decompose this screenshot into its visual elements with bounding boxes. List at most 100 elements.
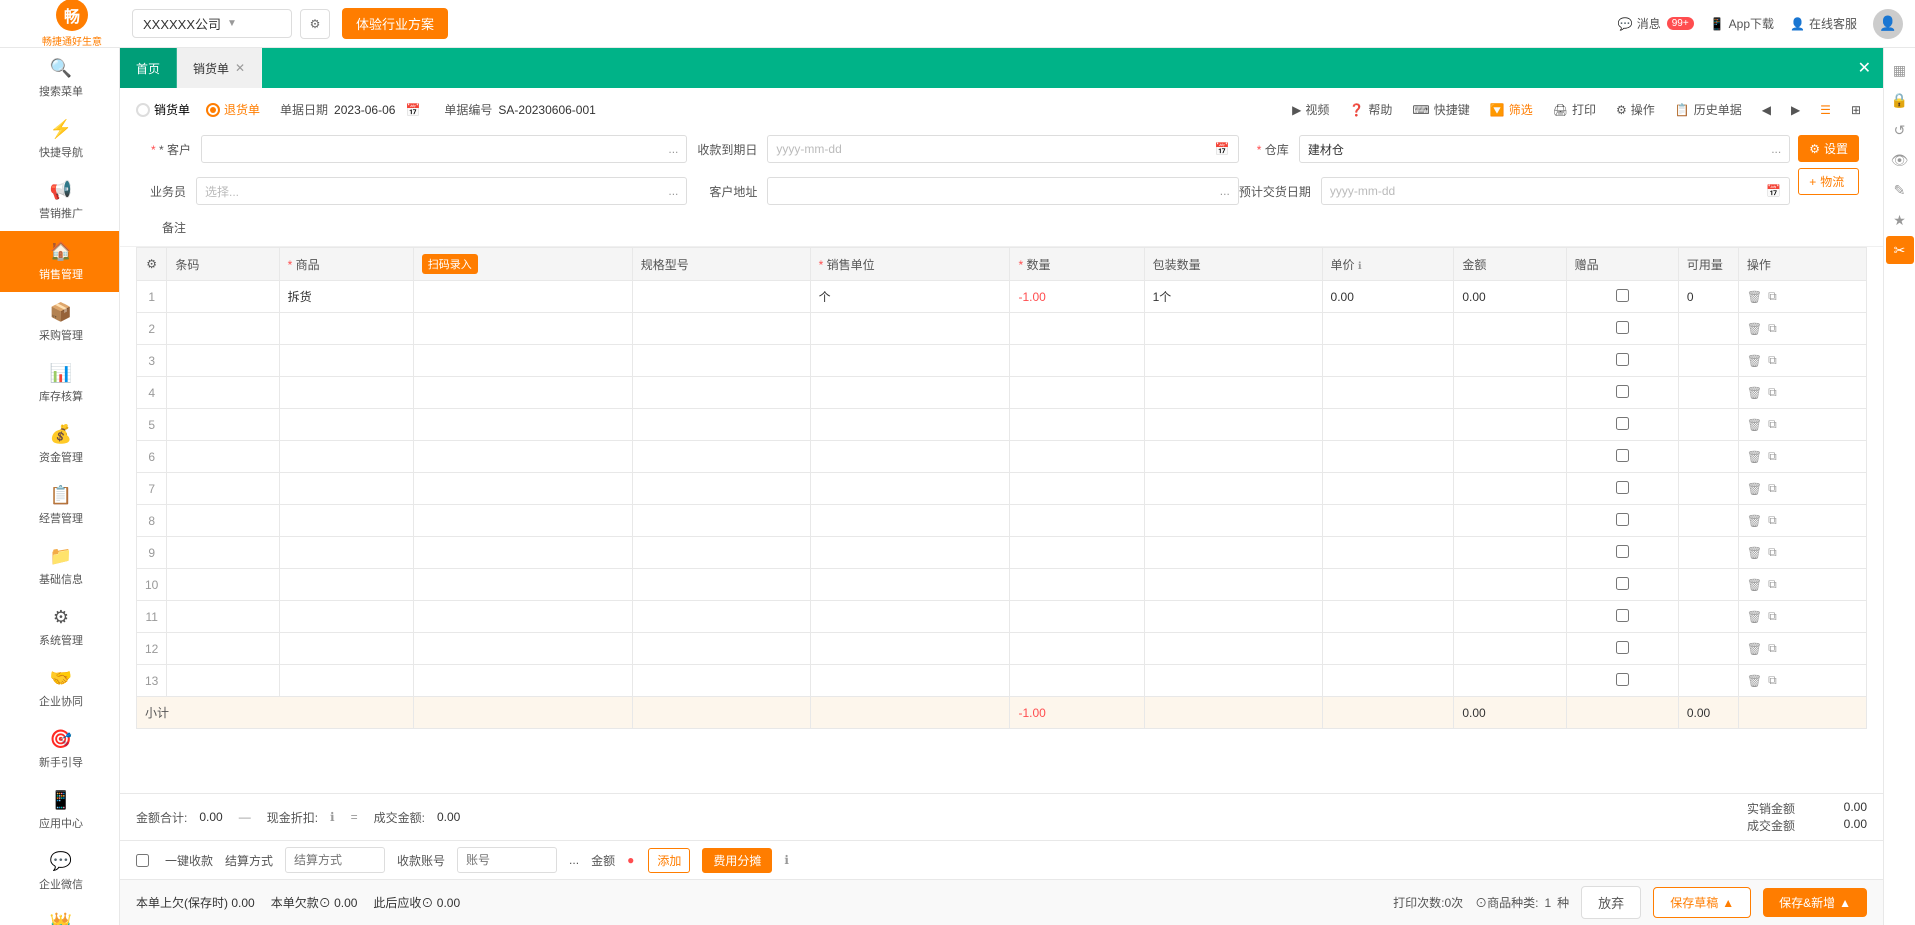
row-product[interactable] — [279, 569, 413, 601]
tab-sales-order[interactable]: 销货单 ✕ — [177, 48, 262, 88]
warehouse-input[interactable]: 建材仓 ... — [1299, 135, 1790, 163]
row-barcode[interactable] — [167, 633, 279, 665]
delete-icon[interactable]: 🗑 — [1747, 418, 1762, 432]
row-spec[interactable] — [632, 345, 810, 377]
copy-icon[interactable]: ⧉ — [1768, 385, 1777, 400]
row-amount[interactable] — [1454, 633, 1566, 665]
row-gift[interactable] — [1566, 601, 1678, 633]
row-qty[interactable] — [1010, 345, 1144, 377]
delete-icon[interactable]: 🗑 — [1747, 514, 1762, 528]
copy-icon[interactable]: ⧉ — [1768, 673, 1777, 688]
row-price[interactable] — [1322, 665, 1454, 697]
row-product[interactable] — [279, 313, 413, 345]
row-unit[interactable] — [810, 377, 1010, 409]
row-barcode[interactable] — [167, 281, 279, 313]
row-qty[interactable] — [1010, 473, 1144, 505]
row-price[interactable] — [1322, 409, 1454, 441]
sidebar-item-search[interactable]: 🔍 搜索菜单 — [0, 48, 119, 109]
col-scan[interactable]: 扫码录入 — [413, 248, 632, 281]
row-price[interactable] — [1322, 473, 1454, 505]
date-calendar-icon[interactable]: 📅 — [405, 103, 420, 117]
sidebar-item-finance[interactable]: 💰 资金管理 — [0, 414, 119, 475]
row-amount[interactable] — [1454, 441, 1566, 473]
one-click-checkbox[interactable] — [136, 854, 149, 867]
online-service-button[interactable]: 👤 在线客服 — [1790, 15, 1857, 32]
row-pkg-qty[interactable] — [1144, 505, 1322, 537]
row-product[interactable] — [279, 537, 413, 569]
row-unit[interactable] — [810, 313, 1010, 345]
user-avatar[interactable]: 👤 — [1873, 9, 1903, 39]
history-button[interactable]: 📋 历史单据 — [1669, 98, 1748, 121]
rp-lock-icon[interactable]: 🔒 — [1886, 86, 1914, 114]
save-draft-button[interactable]: 保存草稿 ▲ — [1653, 887, 1751, 918]
row-unit[interactable] — [810, 665, 1010, 697]
gift-checkbox[interactable] — [1616, 321, 1629, 334]
row-amount[interactable]: 0.00 — [1454, 281, 1566, 313]
delete-icon[interactable]: 🗑 — [1747, 642, 1762, 656]
row-spec-scan[interactable] — [413, 633, 632, 665]
row-amount[interactable] — [1454, 537, 1566, 569]
row-spec[interactable] — [632, 313, 810, 345]
row-spec-scan[interactable] — [413, 313, 632, 345]
gift-checkbox[interactable] — [1616, 609, 1629, 622]
row-pkg-qty[interactable] — [1144, 409, 1322, 441]
row-pkg-qty[interactable] — [1144, 569, 1322, 601]
gift-checkbox[interactable] — [1616, 641, 1629, 654]
settings-button[interactable]: ⚙ — [300, 9, 330, 39]
payment-due-input[interactable]: yyyy-mm-dd 📅 — [767, 135, 1238, 163]
row-price[interactable] — [1322, 569, 1454, 601]
row-pkg-qty[interactable] — [1144, 377, 1322, 409]
sidebar-item-guide[interactable]: 🎯 新手引导 — [0, 719, 119, 780]
row-qty[interactable] — [1010, 313, 1144, 345]
row-unit[interactable] — [810, 473, 1010, 505]
row-gift[interactable] — [1566, 569, 1678, 601]
view-grid-button[interactable]: ⊞ — [1845, 100, 1867, 120]
row-unit[interactable] — [810, 633, 1010, 665]
row-barcode[interactable] — [167, 345, 279, 377]
row-amount[interactable] — [1454, 345, 1566, 377]
row-product[interactable] — [279, 409, 413, 441]
tab-home[interactable]: 首页 — [120, 48, 177, 88]
row-amount[interactable] — [1454, 473, 1566, 505]
row-gift[interactable] — [1566, 665, 1678, 697]
row-pkg-qty[interactable]: 1个 — [1144, 281, 1322, 313]
sidebar-item-wechat[interactable]: 💬 企业微信 — [0, 841, 119, 902]
row-amount[interactable] — [1454, 665, 1566, 697]
row-pkg-qty[interactable] — [1144, 345, 1322, 377]
close-all-button[interactable]: ✕ — [1858, 58, 1883, 78]
row-barcode[interactable] — [167, 409, 279, 441]
gift-checkbox[interactable] — [1616, 353, 1629, 366]
row-qty[interactable] — [1010, 377, 1144, 409]
row-spec[interactable] — [632, 505, 810, 537]
row-gift[interactable] — [1566, 473, 1678, 505]
delete-icon[interactable]: 🗑 — [1747, 354, 1762, 368]
delivery-date-input[interactable]: yyyy-mm-dd 📅 — [1321, 177, 1790, 205]
row-product[interactable] — [279, 633, 413, 665]
row-spec-scan[interactable] — [413, 281, 632, 313]
trial-button[interactable]: 体验行业方案 — [342, 8, 448, 39]
row-barcode[interactable] — [167, 665, 279, 697]
row-barcode[interactable] — [167, 377, 279, 409]
sidebar-item-purchase[interactable]: 📦 采购管理 — [0, 292, 119, 353]
delete-icon[interactable]: 🗑 — [1747, 290, 1762, 304]
row-qty[interactable] — [1010, 601, 1144, 633]
row-spec[interactable] — [632, 409, 810, 441]
sidebar-item-quick-nav[interactable]: ⚡ 快捷导航 — [0, 109, 119, 170]
row-gift[interactable] — [1566, 345, 1678, 377]
row-pkg-qty[interactable] — [1144, 473, 1322, 505]
sidebar-item-sales[interactable]: 🏠 销售管理 — [0, 231, 119, 292]
row-amount[interactable] — [1454, 377, 1566, 409]
row-price[interactable] — [1322, 537, 1454, 569]
row-product[interactable] — [279, 377, 413, 409]
row-pkg-qty[interactable] — [1144, 633, 1322, 665]
view-list-button[interactable]: ☰ — [1814, 100, 1837, 120]
gift-checkbox[interactable] — [1616, 289, 1629, 302]
row-spec[interactable] — [632, 281, 810, 313]
row-price[interactable]: 0.00 — [1322, 281, 1454, 313]
row-spec[interactable] — [632, 633, 810, 665]
gift-checkbox[interactable] — [1616, 673, 1629, 686]
sidebar-item-system[interactable]: ⚙ 系统管理 — [0, 597, 119, 658]
row-spec-scan[interactable] — [413, 569, 632, 601]
row-unit[interactable] — [810, 409, 1010, 441]
row-price[interactable] — [1322, 441, 1454, 473]
